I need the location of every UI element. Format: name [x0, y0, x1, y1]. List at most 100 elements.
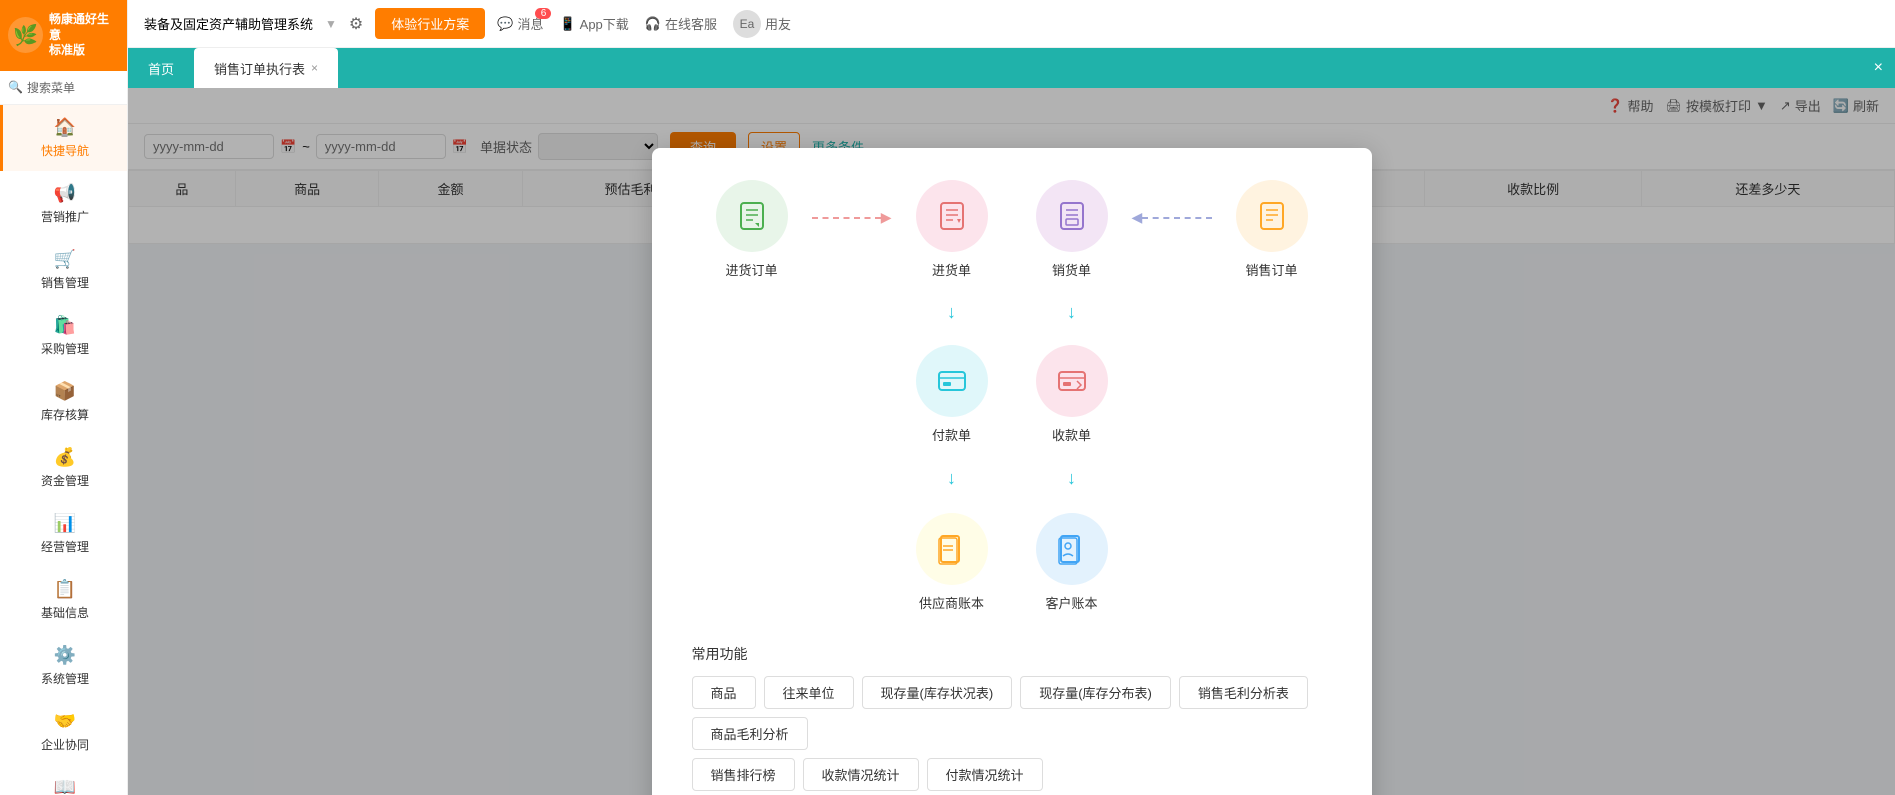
- sidebar-item-label: 经营管理: [41, 538, 89, 555]
- flow-purchase-order[interactable]: 进货订单: [692, 180, 812, 279]
- func-btn-stock-dist[interactable]: 现存量(库存分布表): [1020, 676, 1171, 709]
- flow-sales-bill[interactable]: 销货单: [1012, 180, 1132, 279]
- search-label: 搜索菜单: [27, 79, 75, 96]
- service-icon: 🎧: [645, 16, 661, 32]
- sales-icon: 🛒: [54, 249, 76, 270]
- logo-icon: 🌿: [8, 17, 43, 53]
- sidebar-item-sales[interactable]: 🛒 销售管理: [0, 237, 127, 303]
- common-functions: 常用功能 商品 往来单位 现存量(库存状况表) 现存量(库存分布表) 销售毛利分…: [692, 644, 1332, 791]
- func-btn-receipt-stat[interactable]: 收款情况统计: [803, 758, 919, 791]
- purchase-bill-icon: [916, 180, 988, 252]
- func-btn-payment-stat[interactable]: 付款情况统计: [927, 758, 1043, 791]
- flow-payment-bill[interactable]: 付款单: [892, 345, 1012, 444]
- sidebar-item-basic-info[interactable]: 📋 基础信息: [0, 567, 127, 633]
- sidebar-item-label: 营销推广: [41, 208, 89, 225]
- sidebar-item-system[interactable]: ⚙️ 系统管理: [0, 633, 127, 699]
- func-buttons-row1: 商品 往来单位 现存量(库存状况表) 现存量(库存分布表) 销售毛利分析表 商品…: [692, 676, 1332, 750]
- system-title: 装备及固定资产辅助管理系统: [144, 14, 313, 33]
- inventory-icon: 📦: [54, 381, 76, 402]
- sidebar-item-operation[interactable]: 📊 经营管理: [0, 501, 127, 567]
- main-area: 装备及固定资产辅助管理系统 ▼ ⚙ 体验行业方案 💬 消息 6 📱 App下载 …: [128, 0, 1895, 795]
- basic-info-icon: 📋: [54, 579, 76, 600]
- user-name: 用友: [765, 14, 791, 33]
- content-area: ❓ 帮助 🖨 按模板打印 ▼ ↗ 导出 🔄 刷新: [128, 88, 1895, 795]
- sidebar-item-label: 企业协同: [41, 736, 89, 753]
- operation-icon: 📊: [54, 513, 76, 534]
- online-service-btn[interactable]: 🎧 在线客服: [645, 14, 717, 33]
- logo-text: 畅康通好生意 标准版: [49, 12, 119, 59]
- tab-sales-order-label: 销售订单执行表: [214, 59, 305, 78]
- func-btn-sales-profit[interactable]: 销售毛利分析表: [1179, 676, 1308, 709]
- flow-customer-ledger[interactable]: 客户账本: [1012, 513, 1132, 612]
- sidebar-nav: 🏠 快捷导航 📢 营销推广 🛒 销售管理 🛍️ 采购管理 📦 库存核算 💰: [0, 105, 127, 795]
- topbar: 装备及固定资产辅助管理系统 ▼ ⚙ 体验行业方案 💬 消息 6 📱 App下载 …: [128, 0, 1895, 48]
- experience-btn[interactable]: 体验行业方案: [375, 8, 485, 39]
- purchase-order-label: 进货订单: [725, 260, 777, 279]
- settings-icon[interactable]: ⚙: [349, 14, 363, 34]
- message-badge: 6: [535, 8, 551, 19]
- finance-icon: 💰: [54, 447, 76, 468]
- func-btn-sales-rank[interactable]: 销售排行榜: [692, 758, 795, 791]
- sidebar-item-quick-nav[interactable]: 🏠 快捷导航: [0, 105, 127, 171]
- customer-ledger-label: 客户账本: [1045, 593, 1097, 612]
- sidebar-item-enterprise[interactable]: 🤝 企业协同: [0, 699, 127, 765]
- avatar: Ea: [733, 10, 761, 38]
- flow-sales-order[interactable]: 销售订单: [1212, 180, 1332, 279]
- sales-bill-label: 销货单: [1052, 260, 1091, 279]
- sales-order-label: 销售订单: [1245, 260, 1297, 279]
- sidebar-item-marketing[interactable]: 📢 营销推广: [0, 171, 127, 237]
- download-icon: 📱: [559, 16, 575, 32]
- sidebar-item-newbie[interactable]: 📖 新手引导: [0, 765, 127, 795]
- tabbar-close-icon[interactable]: ×: [1874, 59, 1883, 77]
- sidebar-item-label: 系统管理: [41, 670, 89, 687]
- avatar-text: Ea: [740, 17, 755, 31]
- quick-nav-icon: 🏠: [54, 117, 76, 138]
- topbar-dropdown-icon[interactable]: ▼: [325, 17, 337, 31]
- sidebar-item-label: 资金管理: [41, 472, 89, 489]
- sidebar-item-label: 基础信息: [41, 604, 89, 621]
- payment-bill-label: 付款单: [932, 425, 971, 444]
- system-icon: ⚙️: [54, 645, 76, 666]
- payment-bill-icon: [916, 345, 988, 417]
- modal-overlay[interactable]: 进货订单 ▶: [128, 88, 1895, 795]
- sidebar-item-label: 快捷导航: [41, 142, 89, 159]
- sidebar-item-finance[interactable]: 💰 资金管理: [0, 435, 127, 501]
- message-btn[interactable]: 💬 消息 6: [497, 14, 543, 33]
- receipt-bill-icon: [1036, 345, 1108, 417]
- marketing-icon: 📢: [54, 183, 76, 204]
- tab-home-label: 首页: [148, 59, 174, 78]
- purchase-order-icon: [716, 180, 788, 252]
- flow-receipt-bill[interactable]: 收款单: [1012, 345, 1132, 444]
- func-btn-goods[interactable]: 商品: [692, 676, 756, 709]
- tab-sales-order[interactable]: 销售订单执行表 ×: [194, 48, 338, 88]
- sales-bill-icon: [1036, 180, 1108, 252]
- tabbar: 首页 销售订单执行表 × ×: [128, 48, 1895, 88]
- app-download-btn[interactable]: 📱 App下载: [559, 14, 628, 33]
- user-menu[interactable]: Ea 用友: [733, 10, 791, 38]
- func-btn-goods-profit[interactable]: 商品毛利分析: [692, 717, 808, 750]
- sidebar-search[interactable]: 🔍 搜索菜单: [0, 71, 127, 105]
- receipt-bill-label: 收款单: [1052, 425, 1091, 444]
- common-functions-title: 常用功能: [692, 644, 1332, 664]
- app-download-label: App下载: [580, 14, 629, 33]
- flow-supplier-ledger[interactable]: 供应商账本: [892, 513, 1012, 612]
- func-buttons-row2: 销售排行榜 收款情况统计 付款情况统计: [692, 758, 1332, 791]
- sidebar-item-label: 销售管理: [41, 274, 89, 291]
- search-icon: 🔍: [8, 80, 23, 94]
- purchase-bill-label: 进货单: [932, 260, 971, 279]
- sidebar-item-purchase[interactable]: 🛍️ 采购管理: [0, 303, 127, 369]
- modal-content: 进货订单 ▶: [652, 148, 1372, 795]
- enterprise-icon: 🤝: [54, 711, 76, 732]
- newbie-icon: 📖: [54, 777, 76, 795]
- supplier-ledger-label: 供应商账本: [919, 593, 984, 612]
- sales-order-icon: [1236, 180, 1308, 252]
- flow-purchase-bill[interactable]: 进货单: [892, 180, 1012, 279]
- func-btn-stock-status[interactable]: 现存量(库存状况表): [862, 676, 1013, 709]
- tab-home[interactable]: 首页: [128, 48, 194, 88]
- sidebar-item-inventory[interactable]: 📦 库存核算: [0, 369, 127, 435]
- sidebar-item-label: 库存核算: [41, 406, 89, 423]
- tab-close-icon[interactable]: ×: [311, 61, 318, 75]
- purchase-icon: 🛍️: [54, 315, 76, 336]
- func-btn-partner[interactable]: 往来单位: [764, 676, 854, 709]
- sidebar-logo: 🌿 畅康通好生意 标准版: [0, 0, 127, 71]
